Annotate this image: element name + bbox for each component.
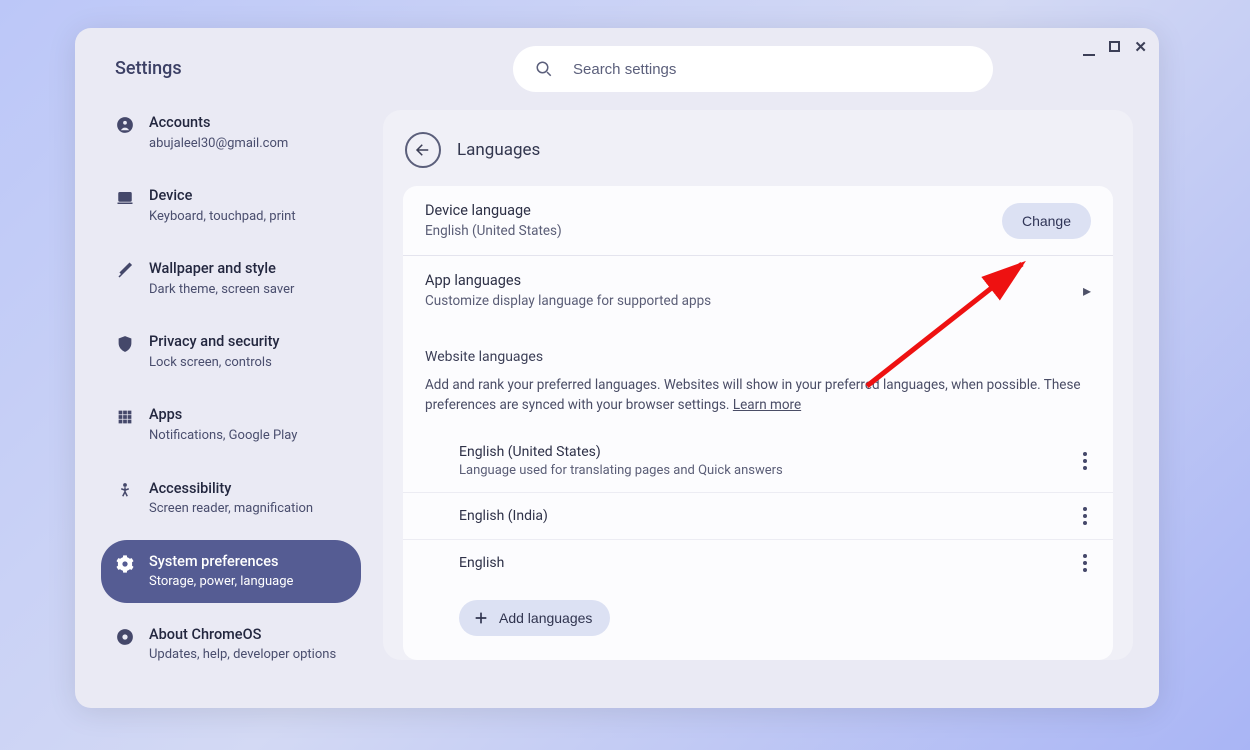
sidebar-item-wallpaper[interactable]: Wallpaper and style Dark theme, screen s… (101, 247, 361, 310)
sidebar-item-sublabel: Dark theme, screen saver (149, 281, 294, 299)
app-languages-row[interactable]: App languages Customize display language… (403, 255, 1113, 325)
sidebar-item-sublabel: Updates, help, developer options (149, 646, 336, 664)
sidebar-item-label: Device (149, 186, 296, 206)
language-row: English (403, 539, 1113, 586)
website-languages-label: Website languages (403, 325, 1113, 375)
language-list: English (United States) Language used fo… (403, 430, 1113, 586)
sidebar-item-label: Wallpaper and style (149, 259, 294, 279)
row-title: Device language (425, 202, 562, 219)
language-name: English (India) (459, 508, 548, 524)
gear-icon (115, 554, 135, 574)
back-button[interactable] (405, 132, 441, 168)
language-row: English (India) (403, 492, 1113, 539)
row-sublabel: Customize display language for supported… (425, 293, 711, 309)
search-bar[interactable] (513, 46, 993, 92)
arrow-left-icon (414, 141, 432, 159)
add-languages-label: Add languages (499, 610, 592, 626)
laptop-icon (115, 188, 135, 208)
website-languages-desc: Add and rank your preferred languages. W… (403, 375, 1113, 430)
language-name: English (United States) (459, 444, 783, 460)
sidebar-item-label: System preferences (149, 552, 293, 572)
panel-title: Languages (457, 140, 540, 160)
sidebar-item-accounts[interactable]: Accounts abujaleel30@gmail.com (101, 101, 361, 164)
language-name: English (459, 555, 504, 571)
sidebar-item-device[interactable]: Device Keyboard, touchpad, print (101, 174, 361, 237)
brush-icon (115, 261, 135, 281)
sidebar-item-sublabel: Screen reader, magnification (149, 500, 313, 518)
sidebar-item-sublabel: Notifications, Google Play (149, 427, 297, 445)
sidebar-item-sublabel: Keyboard, touchpad, print (149, 208, 296, 226)
chrome-icon (115, 627, 135, 647)
sidebar-item-label: About ChromeOS (149, 625, 336, 645)
row-title: App languages (425, 272, 711, 289)
device-language-value: English (United States) (425, 223, 562, 239)
sidebar-item-label: Accessibility (149, 479, 313, 499)
sidebar-item-label: Apps (149, 405, 297, 425)
search-input[interactable] (573, 61, 971, 78)
change-button[interactable]: Change (1002, 203, 1091, 239)
sidebar-item-sublabel: Lock screen, controls (149, 354, 280, 372)
sidebar-item-accessibility[interactable]: Accessibility Screen reader, magnificati… (101, 467, 361, 530)
shield-icon (115, 334, 135, 354)
language-sublabel: Language used for translating pages and … (459, 463, 783, 478)
sidebar-item-apps[interactable]: Apps Notifications, Google Play (101, 393, 361, 456)
sidebar-item-label: Privacy and security (149, 332, 280, 352)
app-title: Settings (115, 58, 351, 79)
search-icon (535, 60, 553, 78)
more-options-button[interactable] (1083, 507, 1087, 525)
language-row: English (United States) Language used fo… (403, 430, 1113, 492)
sidebar-item-about[interactable]: About ChromeOS Updates, help, developer … (101, 613, 361, 676)
languages-panel: Languages Device language English (Unite… (383, 110, 1133, 660)
sidebar-item-sublabel: Storage, power, language (149, 573, 293, 591)
apps-grid-icon (115, 407, 135, 427)
sidebar-item-sublabel: abujaleel30@gmail.com (149, 135, 288, 153)
add-languages-button[interactable]: Add languages (459, 600, 610, 636)
learn-more-link[interactable]: Learn more (733, 397, 801, 413)
plus-icon (473, 610, 489, 626)
chevron-right-icon: ▸ (1083, 281, 1091, 300)
account-icon (115, 115, 135, 135)
device-language-row: Device language English (United States) … (403, 186, 1113, 255)
more-options-button[interactable] (1083, 452, 1087, 470)
sidebar-item-label: Accounts (149, 113, 288, 133)
more-options-button[interactable] (1083, 554, 1087, 572)
accessibility-icon (115, 481, 135, 501)
sidebar-item-system-preferences[interactable]: System preferences Storage, power, langu… (101, 540, 361, 603)
sidebar: Settings Accounts abujaleel30@gmail.com … (75, 28, 375, 708)
main-content: Languages Device language English (Unite… (375, 28, 1159, 708)
settings-window: ✕ Settings Accounts abujaleel30@gmail.co… (75, 28, 1159, 708)
sidebar-item-privacy[interactable]: Privacy and security Lock screen, contro… (101, 320, 361, 383)
